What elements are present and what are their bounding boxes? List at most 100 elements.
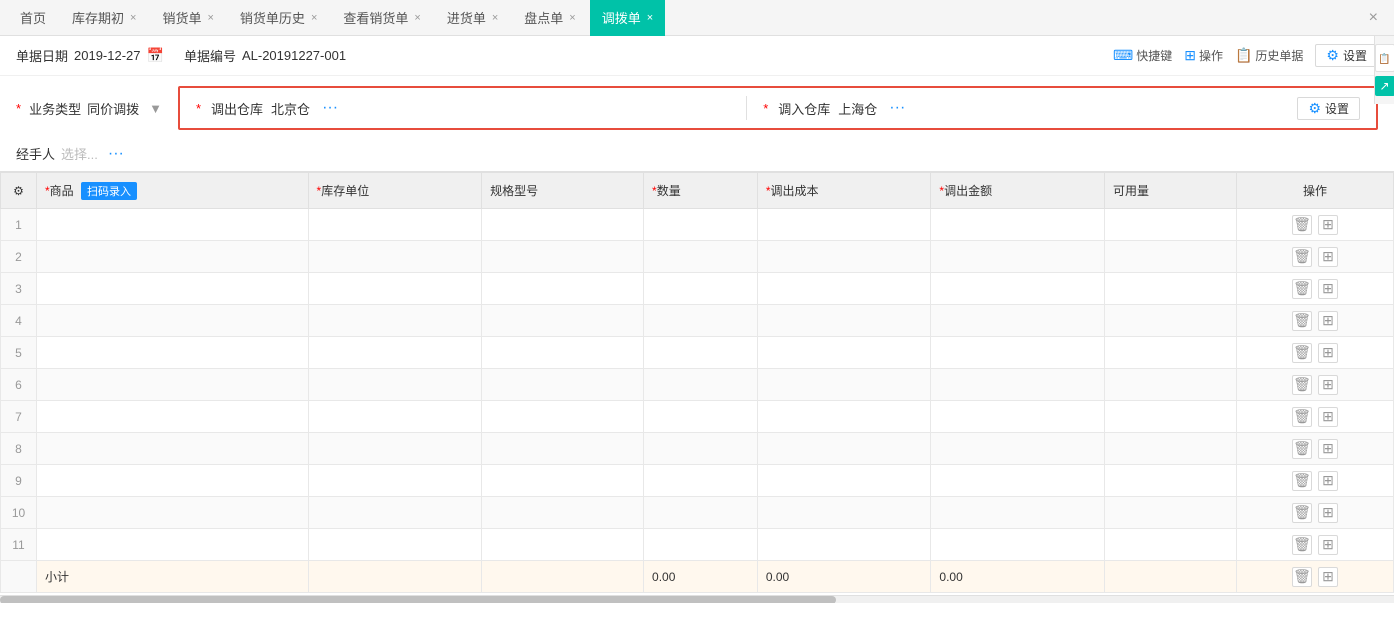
row-unit[interactable] — [308, 497, 482, 529]
scan-barcode-btn[interactable]: 扫码录入 — [81, 182, 137, 200]
row-cost[interactable] — [757, 305, 931, 337]
tab-close-sales-history[interactable]: × — [311, 12, 317, 24]
tab-close-view-sales[interactable]: × — [414, 12, 420, 24]
row-spec[interactable] — [482, 497, 644, 529]
row-quantity[interactable] — [644, 337, 758, 369]
copy-row-btn[interactable]: ⊞ — [1318, 247, 1338, 267]
tab-sales-history[interactable]: 销货单历史 × — [228, 0, 329, 36]
row-cost[interactable] — [757, 433, 931, 465]
row-spec[interactable] — [482, 465, 644, 497]
tab-sales-order[interactable]: 销货单 × — [150, 0, 225, 36]
copy-row-btn[interactable]: ⊞ — [1318, 375, 1338, 395]
operator-more-btn[interactable]: ··· — [104, 145, 128, 163]
row-product[interactable] — [37, 337, 309, 369]
row-amount[interactable] — [931, 209, 1105, 241]
row-product[interactable] — [37, 401, 309, 433]
copy-row-btn[interactable]: ⊞ — [1318, 279, 1338, 299]
doc-panel-btn[interactable]: 📋 — [1375, 44, 1394, 72]
row-spec[interactable] — [482, 369, 644, 401]
row-unit[interactable] — [308, 273, 482, 305]
row-available[interactable] — [1105, 273, 1237, 305]
row-product[interactable] — [37, 529, 309, 561]
row-product[interactable] — [37, 465, 309, 497]
row-quantity[interactable] — [644, 209, 758, 241]
delete-row-btn[interactable]: 🗑 — [1292, 311, 1312, 331]
scrollbar-thumb[interactable] — [0, 596, 836, 603]
warehouse-out-more-btn[interactable]: ··· — [318, 99, 342, 117]
warehouse-settings-button[interactable]: ⚙ 设置 — [1297, 97, 1360, 120]
row-quantity[interactable] — [644, 273, 758, 305]
row-available[interactable] — [1105, 529, 1237, 561]
row-cost[interactable] — [757, 369, 931, 401]
subtotal-copy-btn[interactable]: ⊞ — [1318, 567, 1338, 587]
row-quantity[interactable] — [644, 497, 758, 529]
tab-transfer[interactable]: 调拨单 × — [590, 0, 665, 36]
row-amount[interactable] — [931, 241, 1105, 273]
operations-btn[interactable]: ⊞ 操作 — [1184, 47, 1223, 64]
row-amount[interactable] — [931, 465, 1105, 497]
copy-row-btn[interactable]: ⊞ — [1318, 407, 1338, 427]
row-amount[interactable] — [931, 401, 1105, 433]
copy-row-btn[interactable]: ⊞ — [1318, 503, 1338, 523]
row-available[interactable] — [1105, 209, 1237, 241]
row-quantity[interactable] — [644, 433, 758, 465]
delete-row-btn[interactable]: 🗑 — [1292, 247, 1312, 267]
row-product[interactable] — [37, 305, 309, 337]
delete-row-btn[interactable]: 🗑 — [1292, 375, 1312, 395]
row-amount[interactable] — [931, 529, 1105, 561]
row-cost[interactable] — [757, 465, 931, 497]
export-panel-btn[interactable]: ↗ — [1375, 76, 1394, 96]
settings-button[interactable]: ⚙ 设置 — [1315, 44, 1378, 67]
copy-row-btn[interactable]: ⊞ — [1318, 471, 1338, 491]
shortcuts-btn[interactable]: ⌨ 快捷键 — [1113, 47, 1172, 64]
row-available[interactable] — [1105, 433, 1237, 465]
row-available[interactable] — [1105, 401, 1237, 433]
row-product[interactable] — [37, 209, 309, 241]
row-unit[interactable] — [308, 337, 482, 369]
row-amount[interactable] — [931, 369, 1105, 401]
horizontal-scrollbar[interactable] — [0, 595, 1394, 603]
row-unit[interactable] — [308, 529, 482, 561]
tab-close-inventory-init[interactable]: × — [130, 12, 136, 24]
delete-row-btn[interactable]: 🗑 — [1292, 279, 1312, 299]
row-amount[interactable] — [931, 305, 1105, 337]
delete-row-btn[interactable]: 🗑 — [1292, 343, 1312, 363]
col-settings[interactable]: ⚙ — [1, 173, 37, 209]
subtotal-delete-btn[interactable]: 🗑 — [1292, 567, 1312, 587]
copy-row-btn[interactable]: ⊞ — [1318, 535, 1338, 555]
history-btn[interactable]: 📋 历史单据 — [1235, 47, 1303, 64]
delete-row-btn[interactable]: 🗑 — [1292, 535, 1312, 555]
row-spec[interactable] — [482, 401, 644, 433]
row-product[interactable] — [37, 273, 309, 305]
row-available[interactable] — [1105, 241, 1237, 273]
row-amount[interactable] — [931, 337, 1105, 369]
row-available[interactable] — [1105, 369, 1237, 401]
row-cost[interactable] — [757, 529, 931, 561]
row-unit[interactable] — [308, 369, 482, 401]
row-amount[interactable] — [931, 273, 1105, 305]
copy-row-btn[interactable]: ⊞ — [1318, 215, 1338, 235]
tab-close-transfer[interactable]: × — [647, 12, 653, 24]
row-unit[interactable] — [308, 433, 482, 465]
row-cost[interactable] — [757, 337, 931, 369]
warehouse-in-more-btn[interactable]: ··· — [885, 99, 909, 117]
row-product[interactable] — [37, 241, 309, 273]
tab-close-sales-order[interactable]: × — [207, 12, 213, 24]
row-unit[interactable] — [308, 305, 482, 337]
row-spec[interactable] — [482, 529, 644, 561]
row-unit[interactable] — [308, 401, 482, 433]
tab-home[interactable]: 首页 — [8, 0, 58, 36]
business-type-dropdown-icon[interactable]: ▼ — [149, 101, 162, 116]
row-spec[interactable] — [482, 241, 644, 273]
row-unit[interactable] — [308, 241, 482, 273]
tab-close-purchase[interactable]: × — [492, 12, 498, 24]
row-cost[interactable] — [757, 241, 931, 273]
row-quantity[interactable] — [644, 529, 758, 561]
row-amount[interactable] — [931, 497, 1105, 529]
row-spec[interactable] — [482, 305, 644, 337]
calendar-icon[interactable]: 📅 — [147, 47, 164, 64]
delete-row-btn[interactable]: 🗑 — [1292, 471, 1312, 491]
copy-row-btn[interactable]: ⊞ — [1318, 439, 1338, 459]
row-available[interactable] — [1105, 465, 1237, 497]
tab-stocktake[interactable]: 盘点单 × — [512, 0, 587, 36]
